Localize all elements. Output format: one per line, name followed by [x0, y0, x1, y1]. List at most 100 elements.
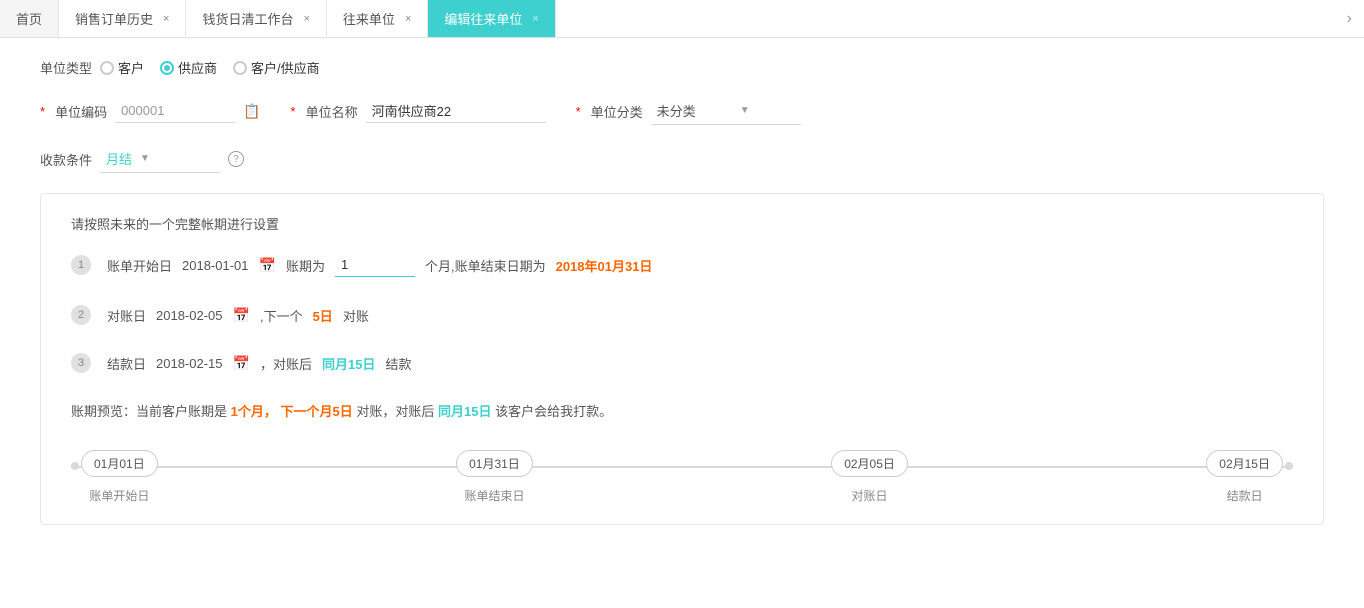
unit-code-input[interactable]	[115, 99, 235, 123]
payment-prefix: ，对账后	[260, 354, 312, 373]
payment-terms-label: 收款条件	[40, 150, 92, 169]
payment-terms-chevron-icon: ▼	[140, 153, 150, 164]
period-row-1: 1 账单开始日 2018-01-01 📅 账期为 个月,账单结束日期为 2018…	[71, 253, 1293, 277]
unit-name-label: 单位名称	[306, 102, 358, 121]
radio-both-label: 客户/供应商	[251, 58, 320, 77]
reconcile-prefix: ,下一个	[260, 306, 303, 325]
unit-category-star: *	[576, 104, 581, 119]
tab-partner-units-close[interactable]: ×	[405, 13, 411, 25]
card-title: 请按照未来的一个完整帐期进行设置	[71, 214, 1293, 233]
radio-customer[interactable]: 客户	[100, 58, 144, 77]
payment-day-highlight: 同月15日	[322, 354, 375, 373]
unit-name-input[interactable]	[366, 99, 546, 123]
timeline: 01月01日 账单开始日 01月31日 账单结束日 02月05日 对账日 02月…	[71, 450, 1293, 504]
timeline-label-1: 账单开始日	[89, 487, 149, 504]
unit-category-label: 单位分类	[591, 102, 643, 121]
radio-customer-circle	[100, 61, 114, 75]
row-3-content: 结款日 2018-02-15 📅 ，对账后 同月15日 结款	[107, 354, 411, 373]
period-input[interactable]	[335, 253, 415, 277]
radio-supplier[interactable]: 供应商	[160, 58, 217, 77]
timeline-point-4: 02月15日 结款日	[1206, 450, 1283, 504]
timeline-label-2: 账单结束日	[464, 487, 524, 504]
timeline-label-3: 对账日	[852, 487, 888, 504]
tab-sales-history-close[interactable]: ×	[163, 13, 169, 25]
radio-both-circle	[233, 61, 247, 75]
timeline-badge-4: 02月15日	[1206, 450, 1283, 477]
payment-suffix: 结款	[385, 354, 411, 373]
start-date-cal-icon[interactable]: 📅	[259, 257, 276, 274]
reconcile-date-cal-icon[interactable]: 📅	[233, 307, 250, 324]
tab-sales-history[interactable]: 销售订单历史 ×	[59, 0, 186, 37]
period-row-3: 3 结款日 2018-02-15 📅 ，对账后 同月15日 结款	[71, 353, 1293, 373]
unit-category-field: * 单位分类 未分类 ▼	[576, 97, 801, 125]
tab-home[interactable]: 首页	[0, 0, 59, 37]
timeline-point-3: 02月05日 对账日	[831, 450, 908, 504]
preview-label: 账期预览：当前客户账期是	[71, 404, 227, 419]
start-date-value: 2018-01-01	[182, 258, 249, 273]
reconcile-day-highlight: 5日	[313, 306, 333, 325]
timeline-point-1: 01月01日 账单开始日	[81, 450, 158, 504]
radio-both[interactable]: 客户/供应商	[233, 58, 320, 77]
row-2-content: 对账日 2018-02-05 📅 ,下一个 5日 对账	[107, 306, 369, 325]
unit-category-value: 未分类	[657, 101, 696, 120]
tab-cash-work[interactable]: 钱货日清工作台 ×	[186, 0, 326, 37]
start-date-label: 账单开始日	[107, 256, 172, 275]
row-number-3: 3	[71, 353, 91, 373]
radio-supplier-circle	[160, 61, 174, 75]
main-content: 单位类型 客户 供应商 客户/供应商 * 单位编码	[0, 38, 1364, 608]
preview-section: 账期预览：当前客户账期是 1个月， 下一个月5日 对账，对账后 同月15日 该客…	[71, 401, 1293, 420]
timeline-point-2: 01月31日 账单结束日	[456, 450, 533, 504]
period-for-label: 账期为	[286, 256, 325, 275]
timeline-badge-3: 02月05日	[831, 450, 908, 477]
payment-terms-row: 收款条件 月结 ▼ ?	[40, 145, 1324, 173]
tab-cash-work-label: 钱货日清工作台	[202, 9, 293, 28]
tab-partner-units[interactable]: 往来单位 ×	[327, 0, 428, 37]
unit-info-row: * 单位编码 📋 * 单位名称 * 单位分类 未分类 ▼	[40, 97, 1324, 125]
timeline-dot-left	[71, 462, 79, 470]
unit-type-field: 单位类型 客户 供应商 客户/供应商	[40, 58, 320, 77]
timeline-dot-right	[1285, 462, 1293, 470]
unit-category-select[interactable]: 未分类 ▼	[651, 97, 801, 125]
timeline-badge-2: 01月31日	[456, 450, 533, 477]
radio-supplier-label: 供应商	[178, 58, 217, 77]
unit-name-star: *	[291, 104, 296, 119]
tab-partner-units-label: 往来单位	[343, 9, 395, 28]
payment-date-value: 2018-02-15	[156, 356, 223, 371]
period-row-2: 2 对账日 2018-02-05 📅 ,下一个 5日 对账	[71, 305, 1293, 325]
tab-more-button[interactable]: ›	[1335, 10, 1364, 28]
unit-code-field: * 单位编码 📋	[40, 99, 261, 123]
radio-group: 客户 供应商 客户/供应商	[100, 58, 320, 77]
period-card: 请按照未来的一个完整帐期进行设置 1 账单开始日 2018-01-01 📅 账期…	[40, 193, 1324, 525]
period-suffix: 个月,账单结束日期为	[425, 256, 546, 275]
payment-date-cal-icon[interactable]: 📅	[233, 355, 250, 372]
payment-terms-select[interactable]: 月结 ▼	[100, 145, 220, 173]
unit-type-label: 单位类型	[40, 58, 92, 77]
payment-date-label: 结款日	[107, 354, 146, 373]
reconcile-suffix: 对账	[343, 306, 369, 325]
payment-terms-value: 月结	[106, 149, 132, 168]
tabs-bar: 首页 销售订单历史 × 钱货日清工作台 × 往来单位 × 编辑往来单位 × ›	[0, 0, 1364, 38]
preview-reconcile: 下一个月5日	[281, 404, 353, 419]
unit-type-row: 单位类型 客户 供应商 客户/供应商	[40, 58, 1324, 77]
row-number-1: 1	[71, 255, 91, 275]
unit-name-field: * 单位名称	[291, 99, 546, 123]
preview-end: 该客户会给我打款。	[495, 404, 612, 419]
preview-mid: 对账，对账后	[356, 404, 434, 419]
tab-sales-history-label: 销售订单历史	[75, 9, 153, 28]
row-1-content: 账单开始日 2018-01-01 📅 账期为 个月,账单结束日期为 2018年0…	[107, 253, 652, 277]
tab-cash-work-close[interactable]: ×	[303, 13, 309, 25]
tab-edit-partner-close[interactable]: ×	[532, 13, 538, 25]
timeline-badge-1: 01月01日	[81, 450, 158, 477]
help-icon[interactable]: ?	[228, 151, 244, 167]
payment-terms-field: 收款条件 月结 ▼ ?	[40, 145, 244, 173]
row-number-2: 2	[71, 305, 91, 325]
chevron-down-icon: ▼	[740, 105, 750, 116]
radio-customer-label: 客户	[118, 58, 144, 77]
period-end-date: 2018年01月31日	[556, 256, 653, 275]
preview-period: 1个月，	[231, 404, 277, 419]
unit-code-label: 单位编码	[55, 102, 107, 121]
unit-code-star: *	[40, 104, 45, 119]
unit-code-icon[interactable]: 📋	[243, 103, 260, 120]
tab-edit-partner[interactable]: 编辑往来单位 ×	[428, 0, 555, 37]
reconcile-date-label: 对账日	[107, 306, 146, 325]
